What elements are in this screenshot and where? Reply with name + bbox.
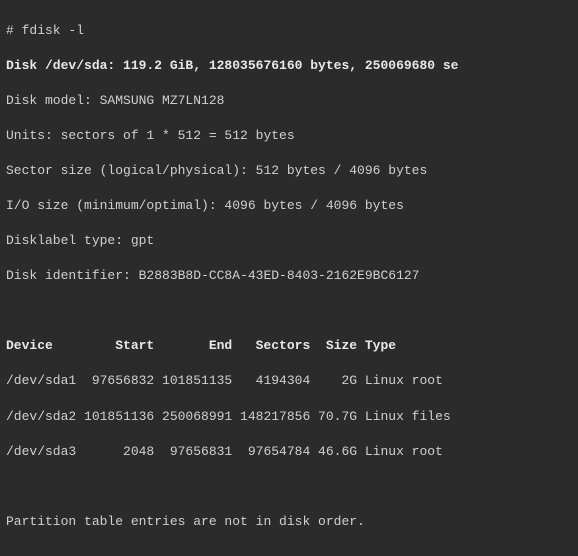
- terminal-output: # fdisk -l Disk /dev/sda: 119.2 GiB, 128…: [0, 0, 578, 556]
- disk-identifier: Disk identifier: B2883B8D-CC8A-43ED-8403…: [6, 267, 572, 285]
- partition-columns: Device Start End Sectors Size Type: [6, 337, 572, 355]
- partition-row: /dev/sda1 97656832 101851135 4194304 2G …: [6, 372, 572, 390]
- disk-label-type: Disklabel type: gpt: [6, 232, 572, 250]
- partition-row: /dev/sda2 101851136 250068991 148217856 …: [6, 408, 572, 426]
- blank-line: [6, 302, 572, 320]
- disk-sector-size: Sector size (logical/physical): 512 byte…: [6, 162, 572, 180]
- partition-row: /dev/sda3 2048 97656831 97654784 46.6G L…: [6, 443, 572, 461]
- partition-note: Partition table entries are not in disk …: [6, 513, 572, 531]
- disk-io-size: I/O size (minimum/optimal): 4096 bytes /…: [6, 197, 572, 215]
- disk-header: Disk /dev/sda: 119.2 GiB, 128035676160 b…: [6, 57, 572, 75]
- blank-line: [6, 548, 572, 556]
- disk-units: Units: sectors of 1 * 512 = 512 bytes: [6, 127, 572, 145]
- blank-line: [6, 478, 572, 496]
- disk-model: Disk model: SAMSUNG MZ7LN128: [6, 92, 572, 110]
- command-line: # fdisk -l: [6, 22, 572, 40]
